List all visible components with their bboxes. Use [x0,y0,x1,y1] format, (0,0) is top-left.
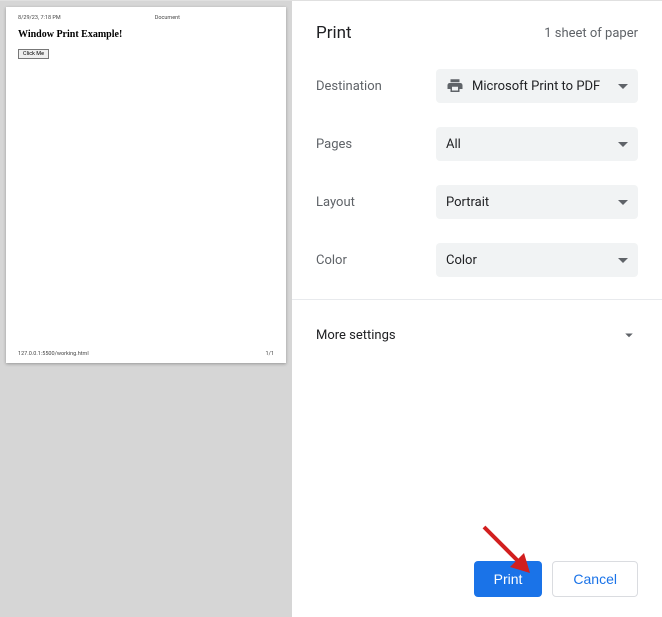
preview-url: 127.0.0.1:5500/working.html [18,351,89,357]
preview-doc-name: Document [155,15,180,21]
page-preview: 8/29/23, 7:18 PM Document Window Print E… [6,7,286,363]
printer-icon [446,77,464,95]
layout-row: Layout Portrait [292,173,662,231]
print-button[interactable]: Print [474,561,543,597]
layout-select[interactable]: Portrait [436,185,638,219]
preview-sample-button: Click Me [18,49,49,59]
destination-value: Microsoft Print to PDF [472,79,600,94]
pages-select[interactable]: All [436,127,638,161]
chevron-down-icon [618,200,628,205]
chevron-down-icon [620,326,638,344]
dialog-footer: Print Cancel [292,545,662,617]
preview-page-number: 1/1 [266,351,274,357]
pages-value: All [446,137,461,152]
color-row: Color Color [292,231,662,289]
chevron-down-icon [618,84,628,89]
chevron-down-icon [618,258,628,263]
settings-pane: Print 1 sheet of paper Destination Micro… [292,1,662,617]
destination-select[interactable]: Microsoft Print to PDF [436,69,638,103]
sheet-count: 1 sheet of paper [544,26,638,41]
more-settings-label: More settings [316,328,396,343]
preview-title: Window Print Example! [18,29,274,40]
divider [292,299,662,300]
chevron-down-icon [618,142,628,147]
destination-row: Destination Microsoft Print to PDF [292,57,662,115]
preview-pane: 8/29/23, 7:18 PM Document Window Print E… [0,1,292,617]
pages-label: Pages [316,137,436,152]
color-label: Color [316,253,436,268]
color-value: Color [446,253,477,268]
destination-label: Destination [316,79,436,94]
dialog-header: Print 1 sheet of paper [292,1,662,57]
pages-row: Pages All [292,115,662,173]
layout-value: Portrait [446,195,489,210]
print-dialog: 8/29/23, 7:18 PM Document Window Print E… [0,0,662,617]
page-preview-footer: 127.0.0.1:5500/working.html 1/1 [18,351,274,357]
dialog-title: Print [316,23,352,43]
preview-timestamp: 8/29/23, 7:18 PM [18,15,61,21]
page-preview-header: 8/29/23, 7:18 PM Document [18,15,274,21]
layout-label: Layout [316,195,436,210]
color-select[interactable]: Color [436,243,638,277]
more-settings-toggle[interactable]: More settings [292,310,662,360]
cancel-button[interactable]: Cancel [552,561,638,597]
